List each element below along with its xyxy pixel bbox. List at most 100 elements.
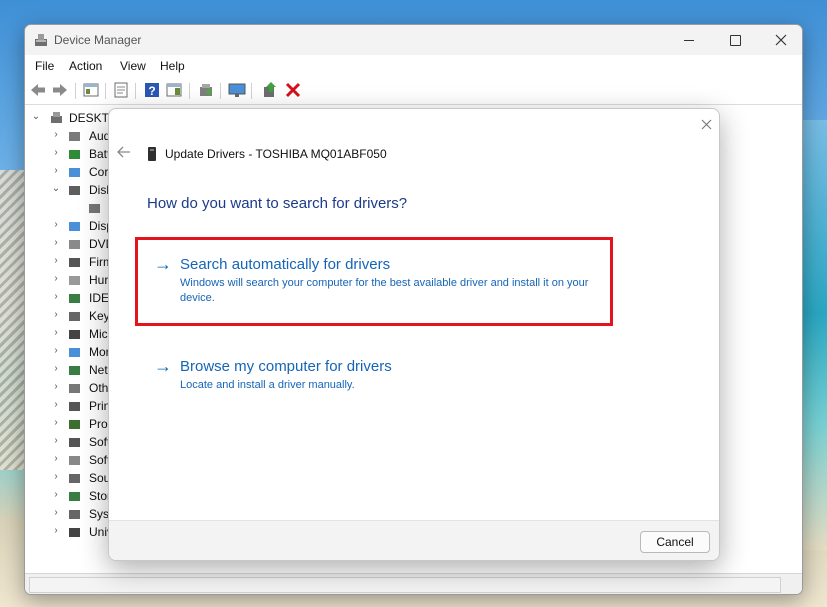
storage-icon [69,492,80,501]
menu-help[interactable]: Help [160,59,185,73]
monitor-icon[interactable] [228,81,246,99]
chevron-down-icon[interactable]: ⌄ [31,112,41,122]
sound-icon [69,474,80,483]
chevron-right-icon[interactable]: › [51,166,61,176]
disk-drive-icon [69,186,80,195]
chevron-right-icon[interactable]: › [51,148,61,158]
toolbar-separator [189,83,190,99]
tree-item[interactable]: › Cor [25,163,109,181]
tree-item-label: Pro [89,417,108,431]
menu-action[interactable]: Action [69,59,102,73]
tree-item[interactable]: › Mor [25,343,109,361]
uninstall-icon[interactable] [284,81,302,99]
chevron-right-icon[interactable]: › [51,292,61,302]
tree-item-label: Aud [89,129,109,143]
chevron-right-icon[interactable]: › [51,382,61,392]
tree-item[interactable]: › Syst [25,505,109,523]
chevron-right-icon[interactable]: › [51,328,61,338]
tree-item[interactable]: › Aud [25,127,109,145]
dialog-title: Update Drivers - TOSHIBA MQ01ABF050 [165,147,387,161]
tree-item[interactable]: › Firm [25,253,109,271]
chevron-right-icon[interactable]: › [51,436,61,446]
option-description: Locate and install a driver manually. [180,379,355,391]
title-bar[interactable]: Device Manager [25,25,802,55]
back-button[interactable] [115,145,133,163]
device-tree: ⌄ DESKTO › Aud › Batt › Cor ⌄ Disk › Disp › DVD › Fir… [25,107,109,573]
processor-icon [69,420,80,429]
dvd-icon [69,240,80,249]
chevron-down-icon[interactable]: ⌄ [51,184,61,194]
chevron-right-icon[interactable]: › [51,418,61,428]
chevron-right-icon[interactable]: › [51,220,61,230]
chevron-right-icon[interactable]: › [51,346,61,356]
chevron-right-icon[interactable]: › [51,310,61,320]
tree-item-label: Soft [89,435,109,449]
chevron-right-icon[interactable]: › [51,364,61,374]
tree-item[interactable]: › Sou [25,469,109,487]
properties-icon[interactable] [112,81,130,99]
minimize-button[interactable] [666,25,712,55]
maximize-button[interactable] [712,25,758,55]
tree-item-label: Mic [89,327,108,341]
chevron-right-icon[interactable]: › [51,472,61,482]
menu-file[interactable]: File [35,59,54,73]
scan-hardware-icon[interactable] [197,81,215,99]
tree-item[interactable]: › Hur [25,271,109,289]
tree-item[interactable]: › Batt [25,145,109,163]
help-icon[interactable]: ? [143,81,161,99]
tree-item[interactable]: ⌄ Disk [25,181,109,199]
update-driver-icon[interactable] [261,81,279,99]
tree-item[interactable]: › Mic [25,325,109,343]
back-icon[interactable] [29,81,47,99]
chevron-right-icon[interactable]: › [51,130,61,140]
chevron-right-icon[interactable]: › [51,238,61,248]
tree-item[interactable]: › Key [25,307,109,325]
tree-item[interactable]: › Soft [25,451,109,469]
tree-item[interactable]: › Univ [25,523,109,541]
cancel-button[interactable]: Cancel [640,531,710,553]
option-title[interactable]: Search automatically for drivers [180,256,390,273]
display-icon [69,222,80,231]
chevron-right-icon[interactable]: › [51,490,61,500]
option-title[interactable]: Browse my computer for drivers [180,358,392,375]
chevron-right-icon[interactable]: › [51,454,61,464]
dialog-close-button[interactable] [695,115,717,137]
forward-icon[interactable] [51,81,69,99]
tree-item[interactable]: › Pro [25,415,109,433]
tree-item[interactable]: › Soft [25,433,109,451]
tree-item[interactable] [25,199,109,217]
tree-item-label: Firm [89,255,109,269]
tree-item-label: Univ [89,525,109,539]
toolbar-separator [75,83,76,99]
network-icon [69,366,80,375]
tree-item[interactable]: › Oth [25,379,109,397]
dialog-footer: Cancel [109,520,719,560]
tree-item[interactable]: › Stor [25,487,109,505]
option-description: Windows will search your computer for th… [180,277,589,304]
chevron-right-icon[interactable]: › [51,256,61,266]
tree-item[interactable]: › Net [25,361,109,379]
chevron-right-icon[interactable]: › [51,508,61,518]
tree-item-label: Soft [89,453,109,467]
action-pane-icon[interactable] [165,81,183,99]
tree-root[interactable]: ⌄ DESKTO [25,109,109,127]
tree-item[interactable]: › DVD [25,235,109,253]
disk-drive-icon [148,147,156,161]
properties-pane-icon[interactable] [82,81,100,99]
menu-view[interactable]: View [120,59,146,73]
battery-icon [69,150,80,159]
update-drivers-dialog: Update Drivers - TOSHIBA MQ01ABF050 How … [108,108,720,561]
hid-icon [69,276,80,285]
svg-text:?: ? [148,84,155,98]
chevron-right-icon[interactable]: › [51,526,61,536]
tree-item[interactable]: › Disp [25,217,109,235]
tree-item[interactable]: › Prin [25,397,109,415]
close-button[interactable] [758,25,802,55]
software-component-icon [69,438,80,447]
tree-item-label: Disk [89,183,109,197]
tree-item-label: Syst [89,507,109,521]
chevron-right-icon[interactable]: › [51,400,61,410]
tree-item[interactable]: › IDE [25,289,109,307]
chevron-right-icon[interactable]: › [51,274,61,284]
tree-item-label: Key [89,309,109,323]
